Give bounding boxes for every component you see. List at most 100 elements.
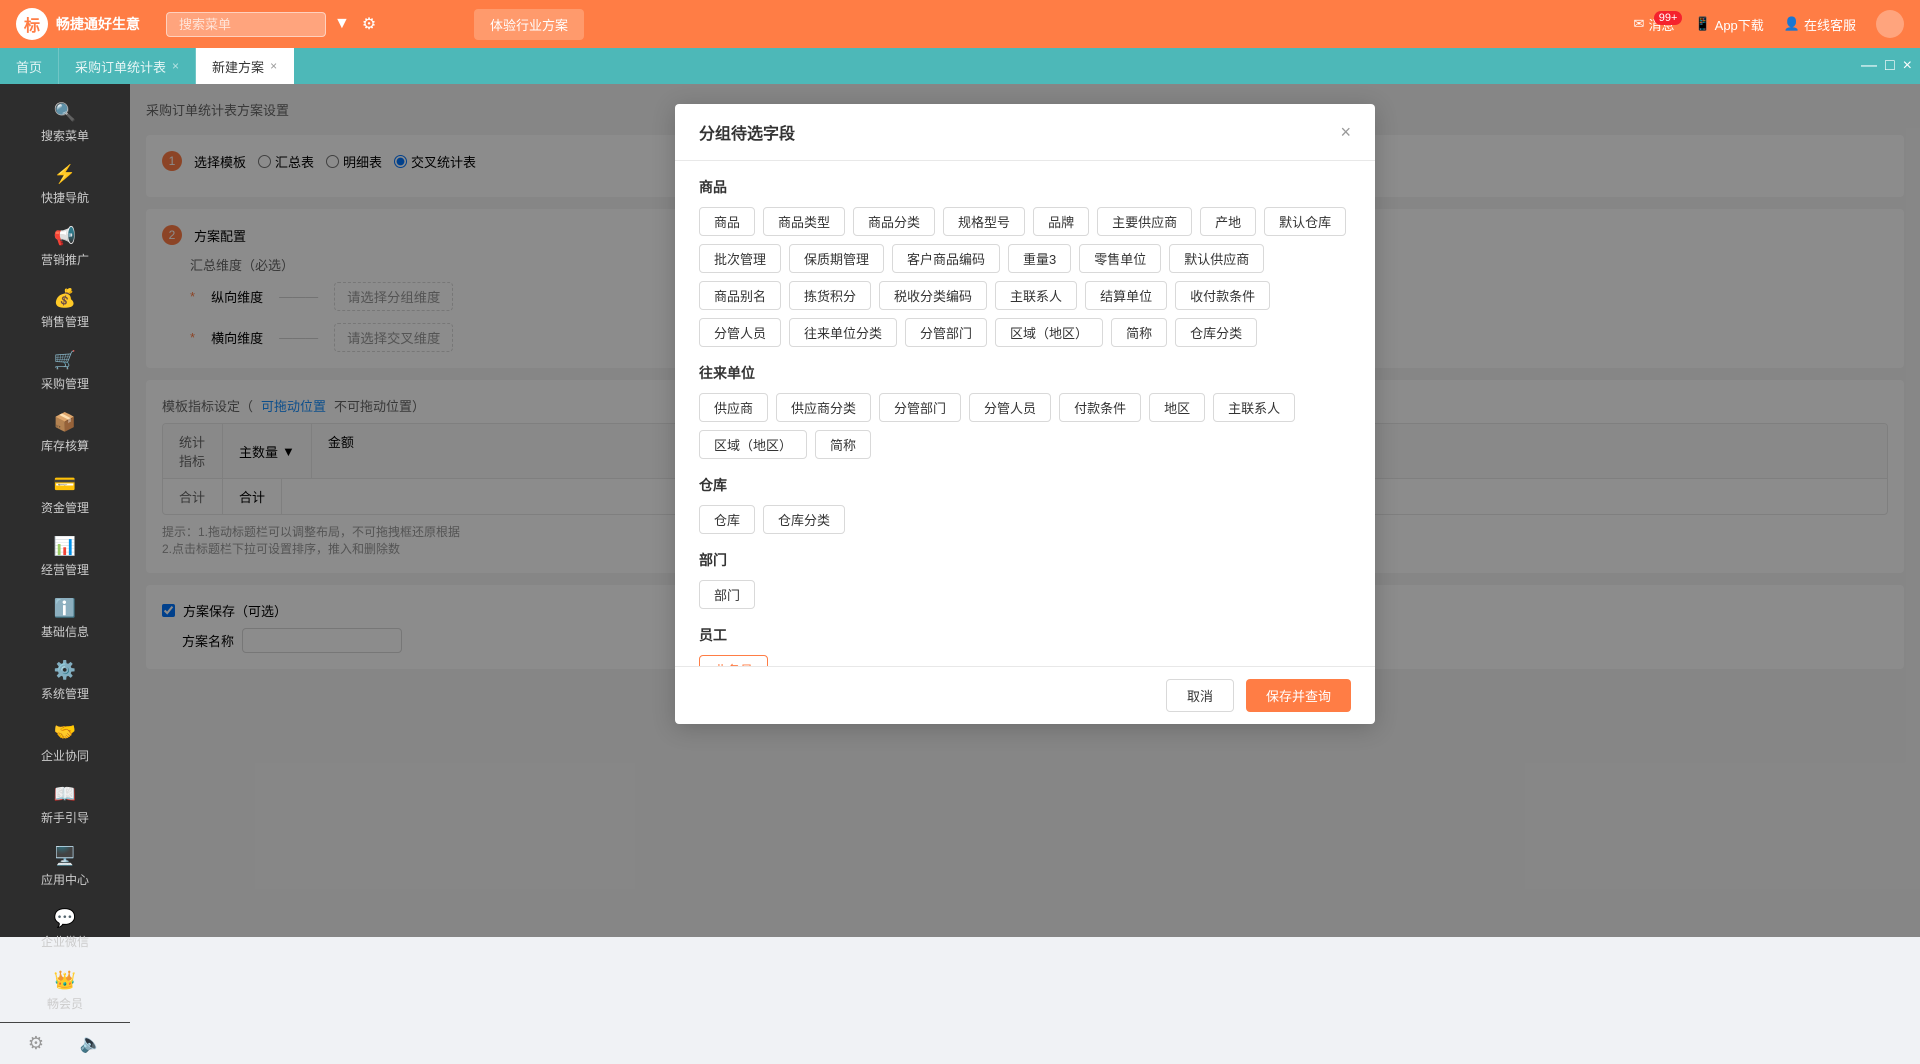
field-tag-4-0[interactable]: 业务员 bbox=[699, 655, 768, 666]
modal-footer: 取消 保存并查询 bbox=[675, 666, 1375, 724]
field-group-4: 员工业务员 bbox=[699, 625, 1351, 666]
field-tag-0-22[interactable]: 分管部门 bbox=[905, 318, 987, 347]
tab-close-all[interactable]: × bbox=[1903, 57, 1912, 75]
volume-icon[interactable]: 🔈 bbox=[80, 1033, 102, 1054]
field-tag-1-5[interactable]: 地区 bbox=[1149, 393, 1205, 422]
field-tag-0-15[interactable]: 拣货积分 bbox=[789, 281, 871, 310]
field-tag-0-19[interactable]: 收付款条件 bbox=[1175, 281, 1270, 310]
field-tag-0-17[interactable]: 主联系人 bbox=[995, 281, 1077, 310]
search-input[interactable] bbox=[166, 12, 326, 37]
field-tag-2-0[interactable]: 仓库 bbox=[699, 505, 755, 534]
field-tag-0-8[interactable]: 批次管理 bbox=[699, 244, 781, 273]
field-tag-0-20[interactable]: 分管人员 bbox=[699, 318, 781, 347]
tab-new-plan-close[interactable]: × bbox=[270, 59, 277, 73]
sidebar-wechat-label: 企业微信 bbox=[41, 933, 89, 950]
field-tag-0-23[interactable]: 区域（地区） bbox=[995, 318, 1103, 347]
field-tag-0-1[interactable]: 商品类型 bbox=[763, 207, 845, 236]
system-icon: ⚙️ bbox=[54, 660, 76, 681]
logo-icon: 标 bbox=[16, 8, 48, 40]
modal-title: 分组待选字段 bbox=[699, 120, 795, 144]
field-tag-0-2[interactable]: 商品分类 bbox=[853, 207, 935, 236]
field-tag-0-14[interactable]: 商品别名 bbox=[699, 281, 781, 310]
tab-home[interactable]: 首页 bbox=[0, 48, 59, 84]
search-icon[interactable]: ▼ bbox=[334, 15, 350, 33]
modal-close-btn[interactable]: × bbox=[1340, 123, 1351, 141]
service-icon: 👤 bbox=[1784, 16, 1800, 32]
sidebar: 🔍 搜索菜单 ⚡ 快捷导航 📢 营销推广 💰 销售管理 🛒 采购管理 📦 库存核… bbox=[0, 84, 130, 937]
field-tag-0-24[interactable]: 简称 bbox=[1111, 318, 1167, 347]
tab-purchase-stats[interactable]: 采购订单统计表 × bbox=[59, 48, 196, 84]
appcenter-icon: 🖥️ bbox=[54, 846, 76, 867]
sidebar-item-base[interactable]: ℹ️ 基础信息 bbox=[0, 588, 130, 650]
field-group-3: 部门部门 bbox=[699, 550, 1351, 609]
field-tag-2-1[interactable]: 仓库分类 bbox=[763, 505, 845, 534]
field-tag-1-0[interactable]: 供应商 bbox=[699, 393, 768, 422]
sidebar-item-wechat[interactable]: 💬 企业微信 bbox=[0, 898, 130, 960]
tab-maximize[interactable]: □ bbox=[1885, 57, 1895, 75]
sidebar-search-label: 搜索菜单 bbox=[41, 127, 89, 144]
field-group-title-1: 往来单位 bbox=[699, 363, 1351, 383]
sidebar-item-member[interactable]: 👑 畅会员 bbox=[0, 960, 130, 1022]
main-layout: 🔍 搜索菜单 ⚡ 快捷导航 📢 营销推广 💰 销售管理 🛒 采购管理 📦 库存核… bbox=[0, 84, 1920, 937]
field-tag-0-10[interactable]: 客户商品编码 bbox=[892, 244, 1000, 273]
field-tag-0-3[interactable]: 规格型号 bbox=[943, 207, 1025, 236]
field-tag-0-25[interactable]: 仓库分类 bbox=[1175, 318, 1257, 347]
field-tag-0-7[interactable]: 默认仓库 bbox=[1264, 207, 1346, 236]
modal-body[interactable]: 商品商品商品类型商品分类规格型号品牌主要供应商产地默认仓库批次管理保质期管理客户… bbox=[675, 161, 1375, 666]
field-tag-0-11[interactable]: 重量3 bbox=[1008, 244, 1071, 273]
field-tag-0-4[interactable]: 品牌 bbox=[1033, 207, 1089, 236]
service-item[interactable]: 👤 在线客服 bbox=[1784, 15, 1856, 34]
field-tag-0-13[interactable]: 默认供应商 bbox=[1169, 244, 1264, 273]
sidebar-item-guide[interactable]: 📖 新手引导 bbox=[0, 774, 130, 836]
field-tag-0-6[interactable]: 产地 bbox=[1200, 207, 1256, 236]
user-avatar[interactable] bbox=[1876, 10, 1904, 38]
sidebar-item-search[interactable]: 🔍 搜索菜单 bbox=[0, 92, 130, 154]
purchase-icon: 🛒 bbox=[54, 350, 76, 371]
settings-icon[interactable]: ⚙ bbox=[362, 14, 376, 34]
field-tag-0-16[interactable]: 税收分类编码 bbox=[879, 281, 987, 310]
field-tags-0: 商品商品类型商品分类规格型号品牌主要供应商产地默认仓库批次管理保质期管理客户商品… bbox=[699, 207, 1351, 347]
field-tag-0-21[interactable]: 往来单位分类 bbox=[789, 318, 897, 347]
tab-purchase-stats-close[interactable]: × bbox=[172, 59, 179, 73]
sidebar-item-finance[interactable]: 💳 资金管理 bbox=[0, 464, 130, 526]
field-tag-0-0[interactable]: 商品 bbox=[699, 207, 755, 236]
settings-bottom-icon[interactable]: ⚙ bbox=[28, 1033, 44, 1054]
tab-minimize[interactable]: — bbox=[1861, 57, 1877, 75]
field-tag-0-9[interactable]: 保质期管理 bbox=[789, 244, 884, 273]
modal-overlay: 分组待选字段 × 商品商品商品类型商品分类规格型号品牌主要供应商产地默认仓库批次… bbox=[130, 84, 1920, 937]
tab-controls: — □ × bbox=[1861, 57, 1920, 75]
cancel-button[interactable]: 取消 bbox=[1166, 679, 1234, 712]
field-tag-1-3[interactable]: 分管人员 bbox=[969, 393, 1051, 422]
sidebar-item-collab[interactable]: 🤝 企业协同 bbox=[0, 712, 130, 774]
download-icon: 📱 bbox=[1694, 16, 1710, 32]
confirm-button[interactable]: 保存并查询 bbox=[1246, 679, 1351, 712]
modal: 分组待选字段 × 商品商品商品类型商品分类规格型号品牌主要供应商产地默认仓库批次… bbox=[675, 104, 1375, 724]
sidebar-item-operations[interactable]: 📊 经营管理 bbox=[0, 526, 130, 588]
sidebar-item-system[interactable]: ⚙️ 系统管理 bbox=[0, 650, 130, 712]
sidebar-item-inventory[interactable]: 📦 库存核算 bbox=[0, 402, 130, 464]
field-tag-1-1[interactable]: 供应商分类 bbox=[776, 393, 871, 422]
field-tag-1-2[interactable]: 分管部门 bbox=[879, 393, 961, 422]
sidebar-item-sales[interactable]: 💰 销售管理 bbox=[0, 278, 130, 340]
field-tag-0-18[interactable]: 结算单位 bbox=[1085, 281, 1167, 310]
sidebar-item-marketing[interactable]: 📢 营销推广 bbox=[0, 216, 130, 278]
field-tag-1-4[interactable]: 付款条件 bbox=[1059, 393, 1141, 422]
sidebar-item-appcenter[interactable]: 🖥️ 应用中心 bbox=[0, 836, 130, 898]
experience-btn[interactable]: 体验行业方案 bbox=[474, 9, 584, 40]
field-tag-3-0[interactable]: 部门 bbox=[699, 580, 755, 609]
field-tag-1-8[interactable]: 简称 bbox=[815, 430, 871, 459]
sidebar-quicknav-label: 快捷导航 bbox=[41, 189, 89, 206]
sidebar-item-purchase[interactable]: 🛒 采购管理 bbox=[0, 340, 130, 402]
field-group-title-0: 商品 bbox=[699, 177, 1351, 197]
sidebar-item-quicknav[interactable]: ⚡ 快捷导航 bbox=[0, 154, 130, 216]
field-tag-1-7[interactable]: 区域（地区） bbox=[699, 430, 807, 459]
field-tag-0-5[interactable]: 主要供应商 bbox=[1097, 207, 1192, 236]
field-tag-1-6[interactable]: 主联系人 bbox=[1213, 393, 1295, 422]
message-item[interactable]: ✉ 消息 99+ bbox=[1634, 15, 1675, 34]
download-item[interactable]: 📱 App下载 bbox=[1694, 15, 1763, 34]
tab-home-label: 首页 bbox=[16, 57, 42, 76]
tab-new-plan[interactable]: 新建方案 × bbox=[196, 48, 294, 84]
sidebar-member-label: 畅会员 bbox=[47, 995, 83, 1012]
header-right: ✉ 消息 99+ 📱 App下载 👤 在线客服 bbox=[1634, 10, 1904, 38]
field-tag-0-12[interactable]: 零售单位 bbox=[1079, 244, 1161, 273]
